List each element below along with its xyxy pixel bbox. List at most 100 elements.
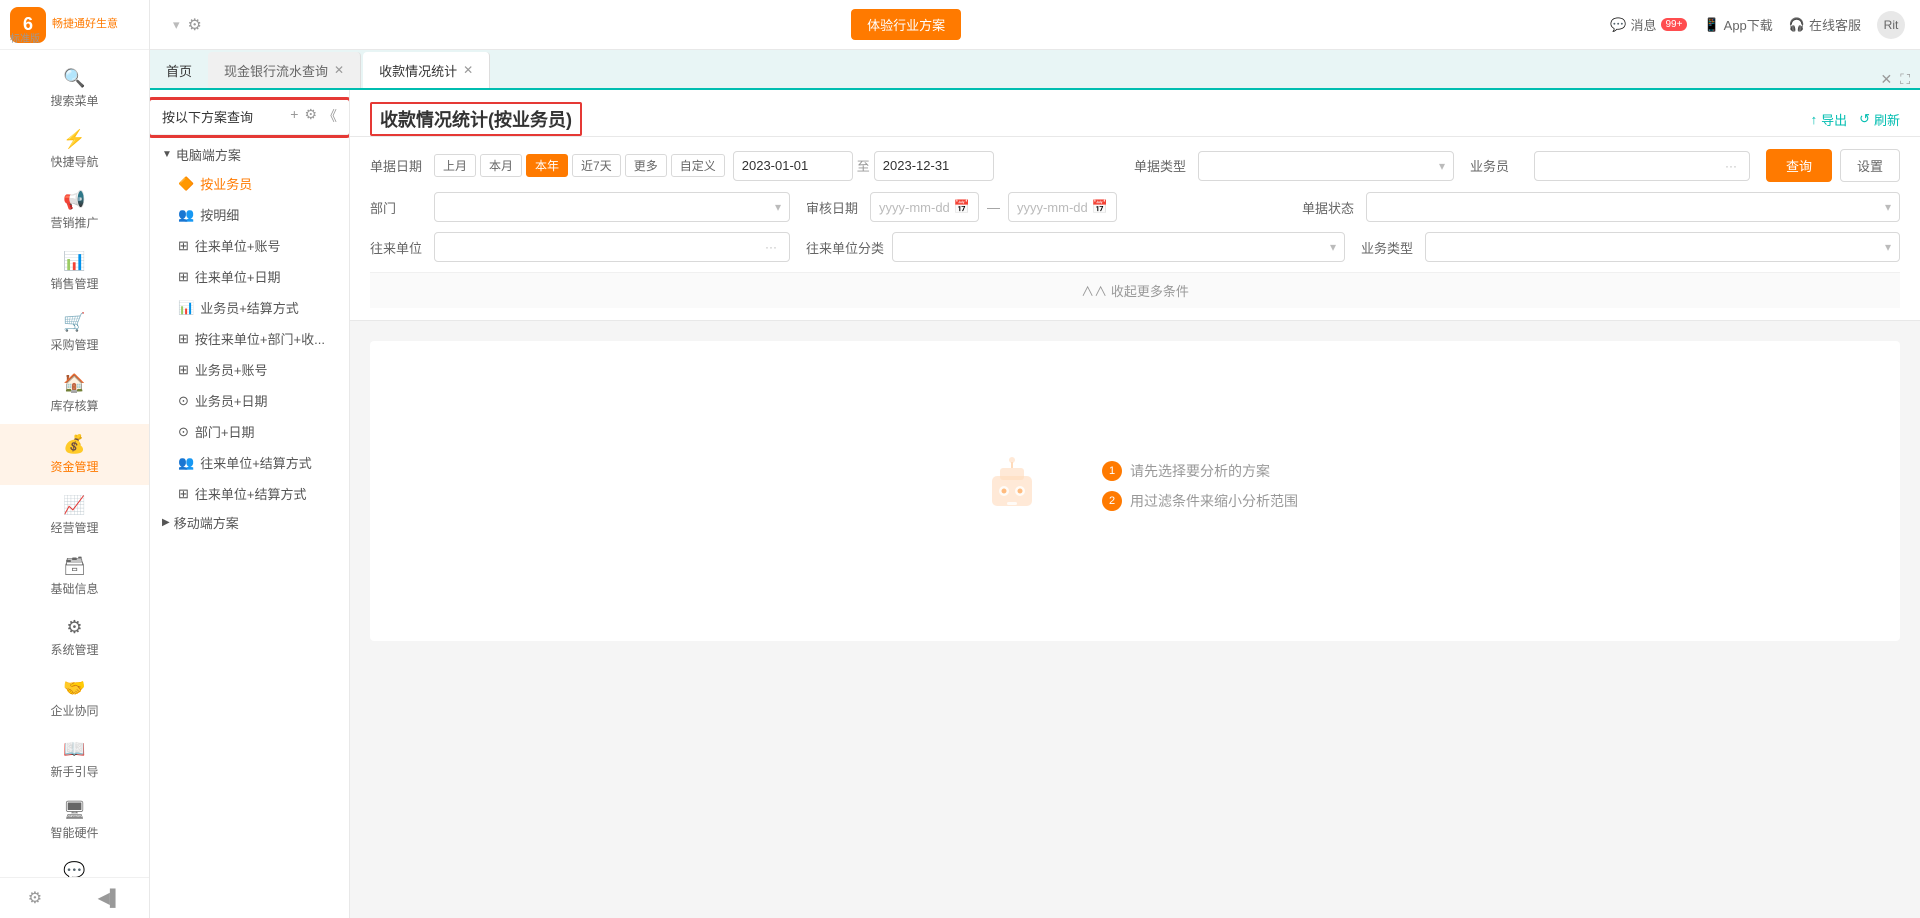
quick-btn-7days[interactable]: 近7天: [572, 154, 621, 177]
scheme-settings-btn[interactable]: ⚙: [304, 106, 317, 126]
scheme-item-dept-date[interactable]: ⊙ 部门+日期: [150, 416, 349, 447]
dept-input[interactable]: ▾: [434, 192, 790, 222]
date-range: 2023-01-01 至 2023-12-31: [733, 151, 994, 181]
review-end-placeholder: yyyy-mm-dd: [1017, 200, 1088, 215]
biz-type-field: 业务类型 ▾: [1361, 232, 1900, 262]
collapse-panel-btn[interactable]: 《: [323, 106, 337, 126]
scheme-item-staff-date[interactable]: ⊙ 业务员+日期: [150, 385, 349, 416]
user-avatar[interactable]: Rit: [1877, 11, 1905, 39]
category-dropdown-icon: ▾: [1439, 159, 1445, 173]
sidebar-item-purchase[interactable]: 🛒 采购管理: [0, 302, 149, 363]
staff-acct-icon: ⊞: [178, 362, 189, 378]
pc-scheme-header[interactable]: ▼ 电脑端方案: [150, 141, 349, 168]
sidebar-item-collab[interactable]: 🤝 企业协同: [0, 668, 149, 729]
scheme-item-label: 业务员+日期: [195, 391, 268, 410]
tab-receipts-close[interactable]: ✕: [463, 63, 473, 77]
category-input[interactable]: ▾: [1198, 151, 1454, 181]
collapse-bar[interactable]: ∧∧ 收起更多条件: [370, 272, 1900, 308]
sidebar-item-system[interactable]: ⚙ 系统管理: [0, 607, 149, 668]
sidebar-item-label: 智能硬件: [50, 824, 98, 841]
sidebar-item-inventory[interactable]: 🏠 库存核算: [0, 363, 149, 424]
staff-input[interactable]: ···: [1534, 151, 1750, 181]
scheme-item-unit-acct[interactable]: ⊞ 往来单位+账号: [150, 230, 349, 261]
service-icon: 🎧: [1789, 17, 1805, 33]
topbar-settings-icon[interactable]: ⚙: [188, 15, 202, 35]
trial-button[interactable]: 体验行业方案: [851, 9, 961, 40]
sidebar-item-search[interactable]: 🔍 搜索菜单: [0, 58, 149, 119]
scheme-item-label: 往来单位+账号: [195, 236, 281, 255]
quick-btn-this-month[interactable]: 本月: [480, 154, 522, 177]
sidebar-item-quicknav[interactable]: ⚡ 快捷导航: [0, 119, 149, 180]
doc-status-dropdown-icon: ▾: [1885, 200, 1891, 214]
quick-btn-custom[interactable]: 自定义: [671, 154, 725, 177]
app-download-btn[interactable]: 📱 App下载: [1703, 15, 1772, 34]
tab-receipts[interactable]: 收款情况统计 ✕: [363, 52, 490, 88]
biz-type-input[interactable]: ▾: [1425, 232, 1900, 262]
message-icon: 💬: [1610, 17, 1626, 33]
hint-step-1: 1 请先选择要分析的方案: [1102, 461, 1298, 481]
expand-tabs-icon[interactable]: ⛶: [1900, 71, 1910, 88]
quick-btn-last-month[interactable]: 上月: [434, 154, 476, 177]
finance-icon: 💰: [63, 434, 85, 455]
mobile-scheme-group: ▶ 移动端方案: [150, 509, 349, 536]
date-end-input[interactable]: 2023-12-31: [874, 151, 994, 181]
staff-field: 业务员 ···: [1470, 151, 1750, 181]
messages-btn[interactable]: 💬 消息 99+: [1610, 15, 1687, 34]
counterparty-cat-input[interactable]: ▾: [892, 232, 1345, 262]
sidebar-item-guide[interactable]: 📖 新手引导: [0, 729, 149, 790]
sidebar-item-basic[interactable]: 🗃 基础信息: [0, 546, 149, 607]
quick-btn-this-year[interactable]: 本年: [526, 154, 568, 177]
review-start-input[interactable]: yyyy-mm-dd 📅: [870, 192, 979, 222]
counterparty-more-btn[interactable]: ···: [761, 240, 781, 254]
review-end-input[interactable]: yyyy-mm-dd 📅: [1008, 192, 1117, 222]
settings-bottom-icon[interactable]: ⚙: [28, 888, 42, 908]
query-button[interactable]: 查询: [1766, 149, 1832, 182]
scheme-item-detail[interactable]: 👥 按明细: [150, 199, 349, 230]
detail-scheme-icon: 👥: [178, 207, 194, 223]
scheme-item-unit-settle2[interactable]: ⊞ 往来单位+结算方式: [150, 478, 349, 509]
sidebar-item-marketing[interactable]: 📢 营销推广: [0, 180, 149, 241]
doc-status-input[interactable]: ▾: [1366, 192, 1900, 222]
empty-hint: 1 请先选择要分析的方案 2 用过滤条件来缩小分析范围: [370, 341, 1900, 641]
scheme-item-staff-settle[interactable]: 📊 业务员+结算方式: [150, 292, 349, 323]
scheme-item-unit-dept[interactable]: ⊞ 按往来单位+部门+收...: [150, 323, 349, 354]
step-2-number: 2: [1102, 491, 1122, 511]
step-1-number: 1: [1102, 461, 1122, 481]
operations-icon: 📈: [63, 495, 85, 516]
calendar-icon-2: 📅: [1092, 199, 1108, 215]
close-all-tabs-icon[interactable]: ✕: [1880, 71, 1892, 88]
add-scheme-btn[interactable]: +: [290, 106, 298, 126]
date-start-input[interactable]: 2023-01-01: [733, 151, 853, 181]
unit-acct-icon: ⊞: [178, 238, 189, 254]
sidebar-item-sales[interactable]: 📊 销售管理: [0, 241, 149, 302]
counterparty-cat-dropdown-icon: ▾: [1330, 240, 1336, 254]
sidebar-item-hardware[interactable]: 🖥 智能硬件: [0, 790, 149, 851]
main-area: ▾ ⚙ 体验行业方案 💬 消息 99+ 📱 App下载 🎧 在线客服: [150, 0, 1920, 918]
date-separator: 至: [857, 156, 870, 175]
export-label: 导出: [1821, 110, 1847, 129]
user-text: Rit: [1884, 18, 1899, 32]
counterparty-input[interactable]: ···: [434, 232, 790, 262]
sidebar-item-operations[interactable]: 📈 经营管理: [0, 485, 149, 546]
refresh-button[interactable]: ↺ 刷新: [1859, 110, 1900, 129]
scheme-item-label: 业务员+账号: [195, 360, 268, 379]
export-button[interactable]: ↑ 导出: [1811, 110, 1848, 129]
online-service-btn[interactable]: 🎧 在线客服: [1789, 15, 1861, 34]
settings-button[interactable]: 设置: [1840, 149, 1900, 182]
tab-cashflow[interactable]: 现金银行流水查询 ✕: [208, 52, 361, 88]
tab-cashflow-close[interactable]: ✕: [334, 63, 344, 77]
scheme-item-staff[interactable]: 🔶 按业务员: [150, 168, 349, 199]
sidebar-item-finance[interactable]: 💰 资金管理: [0, 424, 149, 485]
sidebar-item-wxwork[interactable]: 💬 企业微信: [0, 851, 149, 877]
quick-btn-more[interactable]: 更多: [625, 154, 667, 177]
scheme-item-unit-date[interactable]: ⊞ 往来单位+日期: [150, 261, 349, 292]
scheme-item-staff-acct[interactable]: ⊞ 业务员+账号: [150, 354, 349, 385]
collapse-sidebar-icon[interactable]: ◀▌: [98, 888, 122, 908]
panel-actions: + ⚙ 《: [290, 106, 337, 126]
tab-home[interactable]: 首页: [150, 52, 208, 88]
scheme-item-label: 部门+日期: [195, 422, 255, 441]
app-download-label: App下载: [1724, 15, 1773, 34]
staff-more-btn[interactable]: ···: [1721, 159, 1741, 173]
scheme-item-unit-settle1[interactable]: 👥 往来单位+结算方式: [150, 447, 349, 478]
mobile-scheme-header[interactable]: ▶ 移动端方案: [150, 509, 349, 536]
